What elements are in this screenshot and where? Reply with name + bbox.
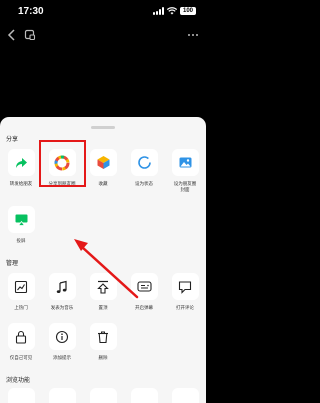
manage-item-music[interactable]: 发表为音乐 xyxy=(42,273,82,311)
manage-item-label: 发表为音乐 xyxy=(50,305,74,310)
browse-item-5[interactable] xyxy=(165,388,205,403)
share-item-status[interactable]: 设为状态 xyxy=(124,149,164,187)
share-item-forward[interactable]: 转发给朋友 xyxy=(1,149,41,187)
private-tile xyxy=(7,323,35,350)
status-tile xyxy=(130,149,158,176)
music-note-icon xyxy=(56,280,67,293)
share-item-label: 收藏 xyxy=(98,181,108,186)
pin-tile xyxy=(89,273,117,300)
share-item-cast[interactable]: 投屏 xyxy=(1,206,41,244)
manage-item-comment[interactable]: 打开评论 xyxy=(165,273,205,311)
manage-item-label: 添加提示 xyxy=(53,355,71,360)
forward-tile xyxy=(7,149,35,176)
section-title-browse: 浏览功能 xyxy=(6,378,31,384)
share-item-favorite[interactable]: 收藏 xyxy=(83,149,123,187)
pin-top-icon xyxy=(97,280,109,294)
manage-item-trending[interactable]: 上热门 xyxy=(1,273,41,311)
comment-bubble-icon xyxy=(178,280,192,294)
danmaku-icon xyxy=(136,280,152,292)
share-item-label: 投屏 xyxy=(16,238,26,243)
wifi-icon xyxy=(167,7,177,15)
browse-item-3[interactable] xyxy=(83,388,123,403)
status-icons: 100 xyxy=(153,7,196,15)
browse-tile xyxy=(89,388,117,403)
manage-item-label: 开启弹幕 xyxy=(135,305,153,310)
cast-tile xyxy=(7,206,35,233)
delete-tile xyxy=(89,323,117,350)
status-bar: 17:30 100 xyxy=(0,0,206,22)
manage-item-pin[interactable]: 置顶 xyxy=(83,273,123,311)
browse-item-4[interactable] xyxy=(124,388,164,403)
trash-icon xyxy=(98,331,108,343)
browse-tile xyxy=(130,388,158,403)
manage-item-label: 上热门 xyxy=(14,305,28,310)
floating-window-icon[interactable] xyxy=(24,29,36,41)
status-ring-icon xyxy=(137,156,151,169)
danmaku-tile xyxy=(130,273,158,300)
back-chevron-icon[interactable] xyxy=(6,28,18,42)
status-time: 17:30 xyxy=(18,6,44,17)
screen-cast-icon xyxy=(15,214,27,226)
browse-tile xyxy=(48,388,76,403)
cellular-signal-icon xyxy=(153,7,164,15)
manage-item-label: 删除 xyxy=(98,355,108,360)
music-tile xyxy=(48,273,76,300)
trending-chart-icon xyxy=(14,280,28,293)
browse-tile xyxy=(171,388,199,403)
manage-item-danmaku[interactable]: 开启弹幕 xyxy=(124,273,164,311)
share-item-cover[interactable]: 设为朋友圈 封面 xyxy=(165,149,205,193)
manage-item-label: 打开评论 xyxy=(176,305,194,310)
section-title-manage: 管理 xyxy=(6,261,19,267)
more-icon[interactable] xyxy=(188,34,198,36)
manage-item-label: 仅自己可见 xyxy=(9,355,33,360)
sheet-drag-handle[interactable] xyxy=(91,126,115,129)
image-cover-icon xyxy=(179,157,191,168)
share-item-label: 设为状态 xyxy=(135,181,153,186)
trending-tile xyxy=(7,273,35,300)
manage-item-label: 置顶 xyxy=(98,305,108,310)
cover-tile xyxy=(171,149,199,176)
browse-item-2[interactable] xyxy=(42,388,82,403)
comment-tile xyxy=(171,273,199,300)
tip-tile xyxy=(48,323,76,350)
battery-icon: 100 xyxy=(180,7,196,15)
forward-arrow-icon xyxy=(16,157,27,168)
favorite-cube-icon xyxy=(97,156,109,169)
info-icon xyxy=(55,330,69,343)
browse-item-1[interactable] xyxy=(1,388,41,403)
top-bar xyxy=(0,24,206,46)
lock-icon xyxy=(15,330,27,344)
manage-item-delete[interactable]: 删除 xyxy=(83,323,123,361)
share-item-label-line2: 封面 xyxy=(180,187,190,192)
section-title-share: 分享 xyxy=(6,137,19,143)
manage-item-private[interactable]: 仅自己可见 xyxy=(1,323,41,361)
browse-tile xyxy=(7,388,35,403)
highlight-box xyxy=(39,140,86,187)
favorite-tile xyxy=(89,149,117,176)
share-item-label: 转发给朋友 xyxy=(9,181,33,186)
manage-item-tip[interactable]: 添加提示 xyxy=(42,323,82,361)
